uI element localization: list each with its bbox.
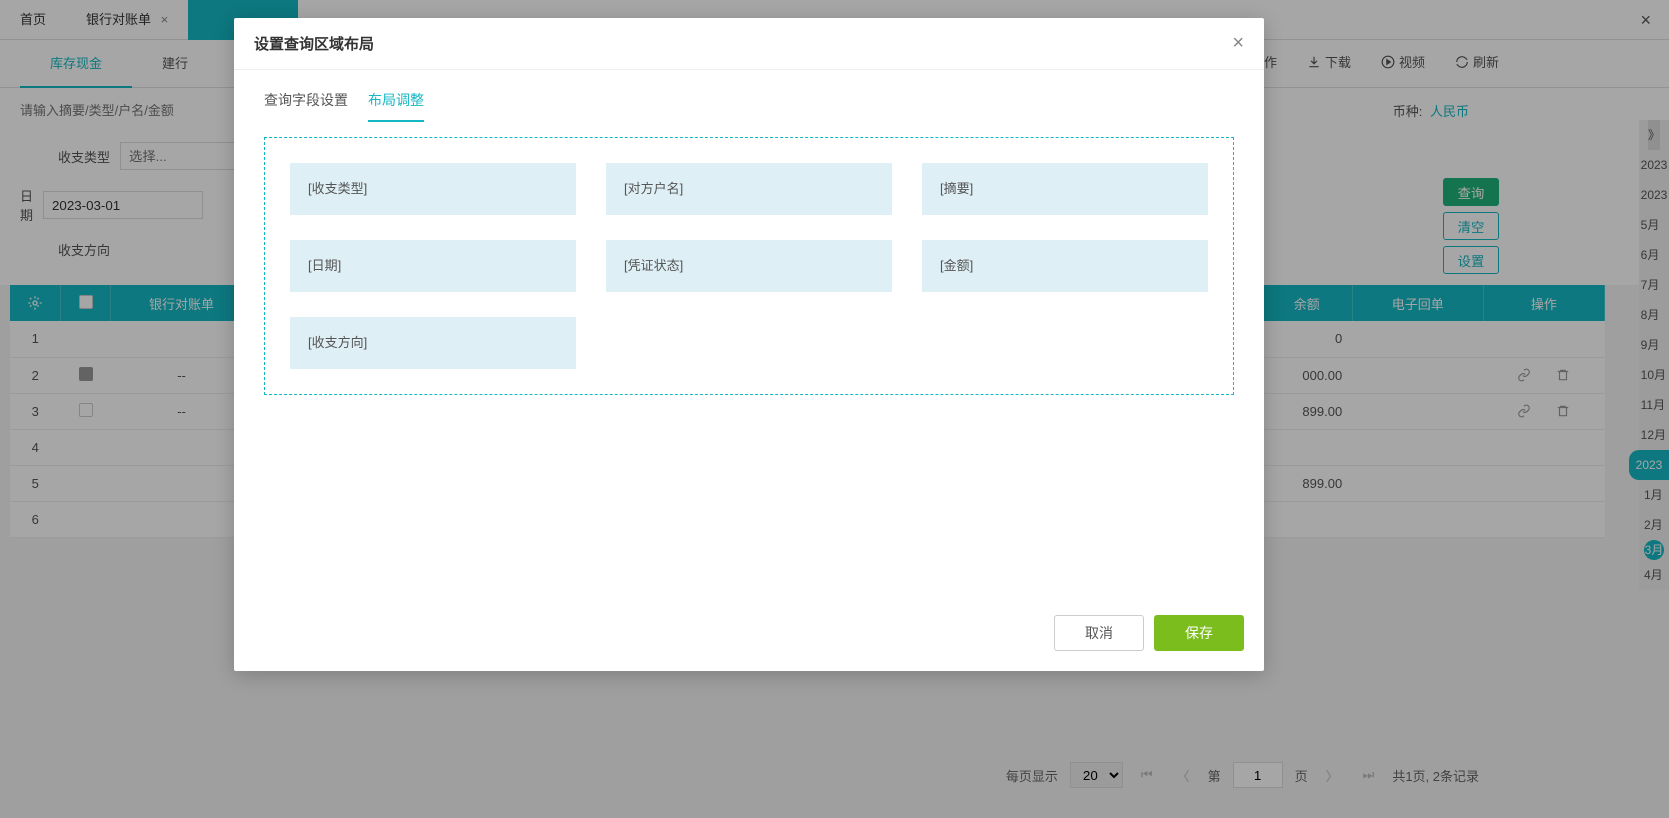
modal-close-icon[interactable]: × — [1232, 32, 1244, 55]
save-button[interactable]: 保存 — [1154, 615, 1244, 651]
layout-area: [收支类型] [对方户名] [摘要] [日期] [凭证状态] [金额] [收支方向] — [264, 137, 1234, 395]
layout-item[interactable]: [日期] — [290, 240, 576, 292]
layout-item[interactable]: [收支方向] — [290, 317, 576, 369]
layout-item[interactable]: [摘要] — [922, 163, 1208, 215]
modal-header: 设置查询区域布局 × — [234, 18, 1264, 70]
modal-tab-layout[interactable]: 布局调整 — [368, 90, 424, 122]
modal: 设置查询区域布局 × 查询字段设置 布局调整 [收支类型][对方户名][摘要][… — [234, 18, 1264, 671]
layout-item[interactable]: [凭证状态] — [606, 240, 892, 292]
layout-item[interactable]: [对方户名] — [606, 163, 892, 215]
modal-tab-fields[interactable]: 查询字段设置 — [264, 90, 348, 122]
modal-footer: 取消 保存 — [234, 595, 1264, 671]
cancel-button[interactable]: 取消 — [1054, 615, 1144, 651]
layout-item[interactable]: [金额] — [922, 240, 1208, 292]
modal-title: 设置查询区域布局 — [254, 33, 374, 54]
layout-item[interactable]: [收支类型] — [290, 163, 576, 215]
modal-tabs: 查询字段设置 布局调整 — [234, 70, 1264, 122]
